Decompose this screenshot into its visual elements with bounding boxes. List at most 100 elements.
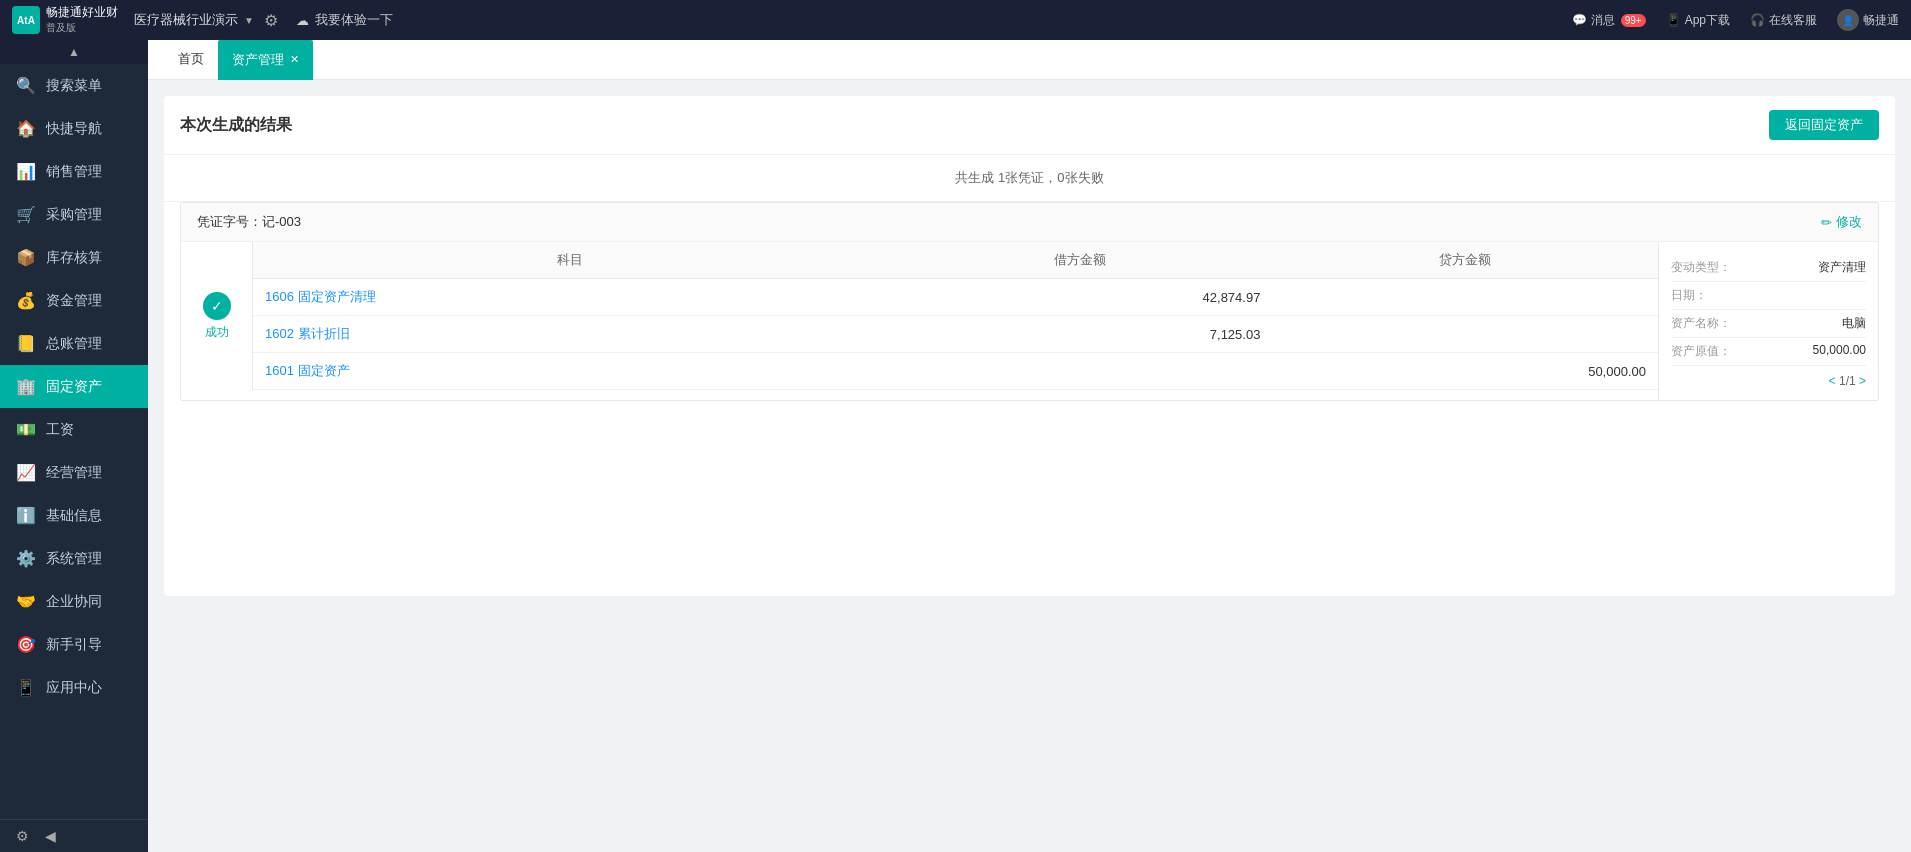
sidebar-item-ledger[interactable]: 📒 总账管理	[0, 322, 148, 365]
top-bar-right: 💬 消息 99+ 📱 App下载 🎧 在线客服 👤 畅捷通	[1572, 9, 1899, 31]
settings-icon[interactable]: ⚙	[264, 11, 278, 30]
tab-home[interactable]: 首页	[164, 40, 218, 80]
messages-btn[interactable]: 💬 消息 99+	[1572, 12, 1646, 29]
subject-cell: 1601 固定资产	[253, 353, 887, 390]
app-edition: 普及版	[46, 21, 118, 35]
top-bar: AtA 畅捷通好业财 普及版 医疗器械行业演示 ▼ ⚙ ☁ 我要体验一下 💬 消…	[0, 0, 1911, 40]
subject-cell: 1602 累计折旧	[253, 316, 887, 353]
sidebar-item-sales[interactable]: 📊 销售管理	[0, 150, 148, 193]
page-content: 本次生成的结果 返回固定资产 共生成 1张凭证，0张失败 凭证字号：记-003 …	[148, 80, 1911, 852]
edit-button[interactable]: ✏ 修改	[1821, 213, 1862, 231]
sidebar-item-fixed-assets[interactable]: 🏢 固定资产	[0, 365, 148, 408]
search-icon: 🔍	[16, 76, 36, 95]
sidebar-item-app-center[interactable]: 📱 应用中心	[0, 666, 148, 709]
credit-cell	[1272, 316, 1658, 353]
voucher-table-wrap: ✓ 成功 科目 借方金额	[181, 242, 1878, 400]
operations-icon: 📈	[16, 463, 36, 482]
app-download-btn[interactable]: 📱 App下载	[1666, 12, 1730, 29]
return-button[interactable]: 返回固定资产	[1769, 110, 1879, 140]
col-credit: 贷方金额	[1272, 242, 1658, 279]
enterprise-icon: 🤝	[16, 592, 36, 611]
table-row: 1606 固定资产清理 42,874.97	[253, 279, 1658, 316]
date-row: 日期：	[1671, 282, 1866, 310]
success-icon: ✓	[203, 292, 231, 320]
sidebar-item-basic-info[interactable]: ℹ️ 基础信息	[0, 494, 148, 537]
data-table: 科目 借方金额 贷方金额 1606 固定资产清理	[253, 242, 1658, 390]
subject-cell: 1606 固定资产清理	[253, 279, 887, 316]
sidebar-item-search[interactable]: 🔍 搜索菜单	[0, 64, 148, 107]
sidebar-bottom: ⚙ ◀	[0, 819, 148, 852]
system-icon: ⚙️	[16, 549, 36, 568]
asset-name-value: 电脑	[1842, 315, 1866, 332]
change-type-row: 变动类型： 资产清理	[1671, 254, 1866, 282]
sidebar-item-capital[interactable]: 💰 资金管理	[0, 279, 148, 322]
debit-cell	[887, 353, 1273, 390]
guide-icon: 🎯	[16, 635, 36, 654]
company-selector[interactable]: 医疗器械行业演示 ▼	[134, 11, 254, 29]
date-label: 日期：	[1671, 287, 1707, 304]
avatar: 👤	[1837, 9, 1859, 31]
debit-cell: 42,874.97	[887, 279, 1273, 316]
sidebar-item-purchase[interactable]: 🛒 采购管理	[0, 193, 148, 236]
success-label: 成功	[205, 324, 229, 341]
sidebar-item-system[interactable]: ⚙️ 系统管理	[0, 537, 148, 580]
sidebar-collapse-btn[interactable]: ◀	[45, 828, 56, 844]
user-menu[interactable]: 👤 畅捷通	[1837, 9, 1899, 31]
purchase-icon: 🛒	[16, 205, 36, 224]
summary-row: 共生成 1张凭证，0张失败	[164, 155, 1895, 202]
col-subject: 科目	[253, 242, 887, 279]
side-pagination: < 1/1 >	[1671, 366, 1866, 388]
credit-cell	[1272, 279, 1658, 316]
side-panel: 变动类型： 资产清理 日期： 资产名称： 电脑	[1658, 242, 1878, 400]
content-area: 首页 资产管理 ✕ 本次生成的结果 返回固定资产 共生成 1张凭证，0张失败	[148, 40, 1911, 852]
asset-name-label: 资产名称：	[1671, 315, 1731, 332]
result-header: 本次生成的结果 返回固定资产	[164, 96, 1895, 155]
change-type-label: 变动类型：	[1671, 259, 1731, 276]
dropdown-icon: ▼	[244, 15, 254, 26]
app-center-icon: 📱	[16, 678, 36, 697]
change-type-value: 资产清理	[1818, 259, 1866, 276]
sidebar-item-operations[interactable]: 📈 经营管理	[0, 451, 148, 494]
sidebar-item-payroll[interactable]: 💵 工资	[0, 408, 148, 451]
col-debit: 借方金额	[887, 242, 1273, 279]
messages-badge: 99+	[1621, 14, 1646, 27]
sales-icon: 📊	[16, 162, 36, 181]
online-service-btn[interactable]: 🎧 在线客服	[1750, 12, 1817, 29]
sidebar-settings-btn[interactable]: ⚙	[16, 828, 29, 844]
tab-close-icon[interactable]: ✕	[290, 53, 299, 66]
ledger-icon: 📒	[16, 334, 36, 353]
app-name: 畅捷通好业财	[46, 5, 118, 21]
payroll-icon: 💵	[16, 420, 36, 439]
table-row: 1602 累计折旧 7,125.03	[253, 316, 1658, 353]
inventory-icon: 📦	[16, 248, 36, 267]
voucher-id: 凭证字号：记-003	[197, 213, 301, 231]
asset-value-row: 资产原值： 50,000.00	[1671, 338, 1866, 366]
voucher-header: 凭证字号：记-003 ✏ 修改	[181, 203, 1878, 242]
next-page-btn[interactable]: >	[1859, 374, 1866, 388]
capital-icon: 💰	[16, 291, 36, 310]
asset-name-row: 资产名称： 电脑	[1671, 310, 1866, 338]
main-layout: ▲ 🔍 搜索菜单 🏠 快捷导航 📊 销售管理 🛒 采购管理 📦 库存核算 💰 资…	[0, 40, 1911, 852]
prev-page-btn[interactable]: <	[1829, 374, 1836, 388]
debit-cell: 7,125.03	[887, 316, 1273, 353]
sidebar-item-inventory[interactable]: 📦 库存核算	[0, 236, 148, 279]
sidebar-item-quick-nav[interactable]: 🏠 快捷导航	[0, 107, 148, 150]
result-panel: 本次生成的结果 返回固定资产 共生成 1张凭证，0张失败 凭证字号：记-003 …	[164, 96, 1895, 596]
sidebar-item-enterprise[interactable]: 🤝 企业协同	[0, 580, 148, 623]
sidebar-item-guide[interactable]: 🎯 新手引导	[0, 623, 148, 666]
app-logo: AtA 畅捷通好业财 普及版	[12, 5, 118, 35]
feedback-btn[interactable]: ☁ 我要体验一下	[296, 11, 393, 29]
fixed-assets-icon: 🏢	[16, 377, 36, 396]
tab-asset-management[interactable]: 资产管理 ✕	[218, 40, 313, 80]
sidebar: ▲ 🔍 搜索菜单 🏠 快捷导航 📊 销售管理 🛒 采购管理 📦 库存核算 💰 资…	[0, 40, 148, 852]
basic-info-icon: ℹ️	[16, 506, 36, 525]
asset-value-value: 50,000.00	[1813, 343, 1866, 360]
table-row: 1601 固定资产 50,000.00	[253, 353, 1658, 390]
home-icon: 🏠	[16, 119, 36, 138]
tabs-bar: 首页 资产管理 ✕	[148, 40, 1911, 80]
sidebar-scroll-up[interactable]: ▲	[0, 40, 148, 64]
voucher-block: 凭证字号：记-003 ✏ 修改 ✓	[180, 202, 1879, 401]
voucher-main-table: ✓ 成功 科目 借方金额	[181, 242, 1658, 400]
asset-value-label: 资产原值：	[1671, 343, 1731, 360]
credit-cell: 50,000.00	[1272, 353, 1658, 390]
